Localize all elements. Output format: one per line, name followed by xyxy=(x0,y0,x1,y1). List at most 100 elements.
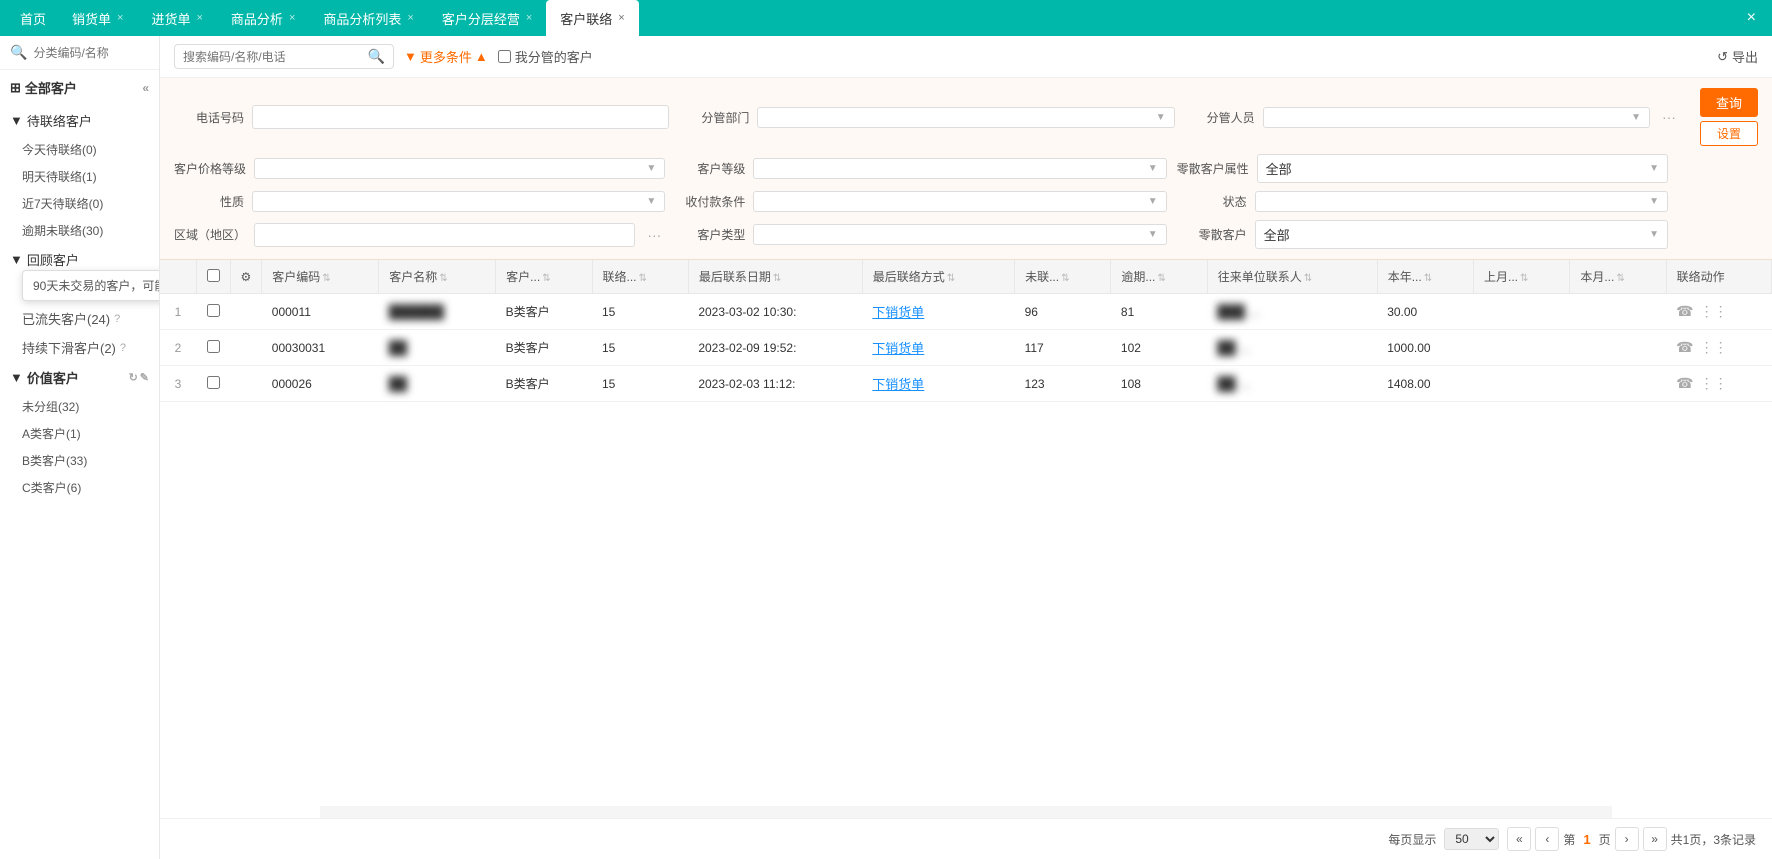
col-contact[interactable]: 联络...⇅ xyxy=(592,260,688,294)
per-page-select[interactable]: 50 100 xyxy=(1444,828,1499,850)
col-name[interactable]: 客户名称⇅ xyxy=(379,260,496,294)
action-call-icon[interactable]: ☎ xyxy=(1676,375,1693,392)
filter-input-phone[interactable] xyxy=(252,105,669,129)
action-more-icon[interactable]: ⋮⋮ xyxy=(1700,303,1728,320)
more-conditions-label: 更多条件 xyxy=(420,47,472,66)
tab-sales-close[interactable]: × xyxy=(117,12,123,24)
tab-sales[interactable]: 销货单 × xyxy=(58,0,137,36)
tab-goods-analysis[interactable]: 商品分析 × xyxy=(217,0,309,36)
sidebar-item-today[interactable]: 今天待联络(0) xyxy=(0,136,159,163)
tab-goods-analysis-close[interactable]: × xyxy=(289,12,295,24)
col-last-contact-method[interactable]: 最后联络方式⇅ xyxy=(862,260,1014,294)
col-last-contact-date[interactable]: 最后联系日期⇅ xyxy=(688,260,862,294)
cell-overdue: 102 xyxy=(1111,330,1207,366)
row-checkbox[interactable] xyxy=(207,340,220,353)
my-customers-checkbox[interactable] xyxy=(498,50,511,63)
col-this-month[interactable]: 本月...⇅ xyxy=(1570,260,1666,294)
sidebar-item-churned[interactable]: 已流失客户(24) ? xyxy=(0,304,159,333)
filter-manager-dots[interactable]: ··· xyxy=(1658,109,1680,125)
action-call-icon[interactable]: ☎ xyxy=(1676,339,1693,356)
filter-select-customer-type[interactable]: ▼ xyxy=(753,224,1166,245)
col-this-year[interactable]: 本年...⇅ xyxy=(1377,260,1473,294)
col-overdue[interactable]: 逾期...⇅ xyxy=(1111,260,1207,294)
filter-label-phone: 电话号码 xyxy=(174,109,244,126)
first-page-button[interactable]: « xyxy=(1507,827,1531,851)
filter-panel: 电话号码 分管部门 ▼ 分管人员 ▼ ··· xyxy=(160,78,1772,260)
cell-last-month xyxy=(1474,366,1570,402)
tab-purchase-close[interactable]: × xyxy=(196,12,202,24)
horizontal-scrollbar[interactable] xyxy=(320,806,1612,818)
contact-method-link[interactable]: 下销货单 xyxy=(872,377,924,392)
churned-label: 已流失客户(24) xyxy=(22,309,110,328)
tab-goods-list-close[interactable]: × xyxy=(407,12,413,24)
filter-select-customer-level[interactable]: ▼ xyxy=(753,158,1166,179)
tab-customer-layer-close[interactable]: × xyxy=(526,12,532,24)
sidebar-group-value[interactable]: ▼ 价值客户 ↻ ✎ xyxy=(0,362,159,393)
tab-customer-contact-close[interactable]: × xyxy=(618,12,624,24)
sidebar-item-declining[interactable]: 持续下滑客户(2) ? xyxy=(0,333,159,362)
filter-select-zero-customer[interactable]: 全部 ▼ xyxy=(1255,220,1668,249)
filter-select-payment[interactable]: ▼ xyxy=(753,191,1166,212)
sidebar-group-pending[interactable]: ▼ 待联络客户 xyxy=(0,105,159,136)
sidebar-item-overdue[interactable]: 逾期未联络(30) xyxy=(0,217,159,244)
contact-method-link[interactable]: 下销货单 xyxy=(872,341,924,356)
sidebar-collapse-button[interactable]: « xyxy=(142,81,149,95)
filter-region-dots[interactable]: ··· xyxy=(643,227,665,243)
sidebar-item-class-a[interactable]: A类客户(1) xyxy=(0,420,159,447)
filter-input-region[interactable] xyxy=(254,223,635,247)
sidebar-item-class-b[interactable]: B类客户(33) xyxy=(0,447,159,474)
next-page-button[interactable]: › xyxy=(1615,827,1639,851)
last-page-button[interactable]: » xyxy=(1643,827,1667,851)
tab-customer-layer[interactable]: 客户分层经营 × xyxy=(428,0,546,36)
contact-method-link[interactable]: 下销货单 xyxy=(872,305,924,320)
sidebar-item-7days[interactable]: 近7天待联络(0) xyxy=(0,190,159,217)
cell-unit-contact: ██ ... xyxy=(1207,330,1377,366)
col-unit-contact[interactable]: 往来单位联系人⇅ xyxy=(1207,260,1377,294)
export-button[interactable]: ↺ 导出 xyxy=(1717,47,1758,66)
cell-action: ☎ ⋮⋮ xyxy=(1666,366,1771,402)
sidebar-search-input[interactable] xyxy=(33,46,160,60)
col-last-month[interactable]: 上月...⇅ xyxy=(1474,260,1570,294)
settings-button[interactable]: 设置 xyxy=(1700,121,1758,146)
tab-home[interactable]: 首页 xyxy=(8,0,58,36)
tab-customer-contact[interactable]: 客户联络 × xyxy=(546,0,638,36)
sidebar-all-customers[interactable]: ⊞ 全部客户 xyxy=(10,78,77,97)
action-more-icon[interactable]: ⋮⋮ xyxy=(1700,375,1728,392)
filter-select-manager[interactable]: ▼ xyxy=(1263,107,1650,128)
cell-last-month xyxy=(1474,330,1570,366)
sidebar-item-tomorrow[interactable]: 明天待联络(1) xyxy=(0,163,159,190)
filter-select-dept[interactable]: ▼ xyxy=(757,107,1174,128)
col-code[interactable]: 客户编码⇅ xyxy=(262,260,379,294)
search-button[interactable]: 🔍 xyxy=(368,48,385,65)
prev-page-button[interactable]: ‹ xyxy=(1535,827,1559,851)
row-checkbox[interactable] xyxy=(207,376,220,389)
filter-select-nature[interactable]: ▼ xyxy=(252,191,665,212)
tab-goods-analysis-label: 商品分析 xyxy=(231,9,283,28)
action-more-icon[interactable]: ⋮⋮ xyxy=(1700,339,1728,356)
cell-index: 2 xyxy=(160,330,196,366)
more-conditions-button[interactable]: ▼ 更多条件 ▲ xyxy=(404,47,488,66)
row-checkbox[interactable] xyxy=(207,304,220,317)
filter-label-zero-attr: 零散客户属性 xyxy=(1177,160,1249,177)
window-close-button[interactable]: × xyxy=(1739,9,1764,27)
filter-select-price-level[interactable]: ▼ xyxy=(254,158,665,179)
tab-goods-list[interactable]: 商品分析列表 × xyxy=(309,0,427,36)
content-area: 🔍 ▼ 更多条件 ▲ 我分管的客户 ↺ 导出 电话号码 xyxy=(160,36,1772,859)
action-call-icon[interactable]: ☎ xyxy=(1676,303,1693,320)
filter-select-zero-attr[interactable]: 全部 ▼ xyxy=(1257,154,1668,183)
refresh-icon[interactable]: ↻ xyxy=(129,371,138,384)
col-type[interactable]: 客户...⇅ xyxy=(496,260,592,294)
action-icons: ☎ ⋮⋮ xyxy=(1676,303,1761,320)
pagination: 每页显示 50 100 « ‹ 第 1 页 › » 共1页，3条记录 xyxy=(160,818,1772,859)
filter-select-status[interactable]: ▼ xyxy=(1255,191,1668,212)
sidebar-item-ungrouped[interactable]: 未分组(32) xyxy=(0,393,159,420)
search-input[interactable] xyxy=(183,50,362,64)
sidebar-item-class-c[interactable]: C类客户(6) xyxy=(0,474,159,501)
tab-purchase[interactable]: 进货单 × xyxy=(137,0,216,36)
edit-icon[interactable]: ✎ xyxy=(140,371,149,384)
col-settings[interactable]: ⚙ xyxy=(230,260,262,294)
filter-price-level-arrow: ▼ xyxy=(646,163,656,174)
query-button[interactable]: 查询 xyxy=(1700,88,1758,117)
select-all-checkbox[interactable] xyxy=(207,269,220,282)
col-uncontacted[interactable]: 未联...⇅ xyxy=(1015,260,1111,294)
